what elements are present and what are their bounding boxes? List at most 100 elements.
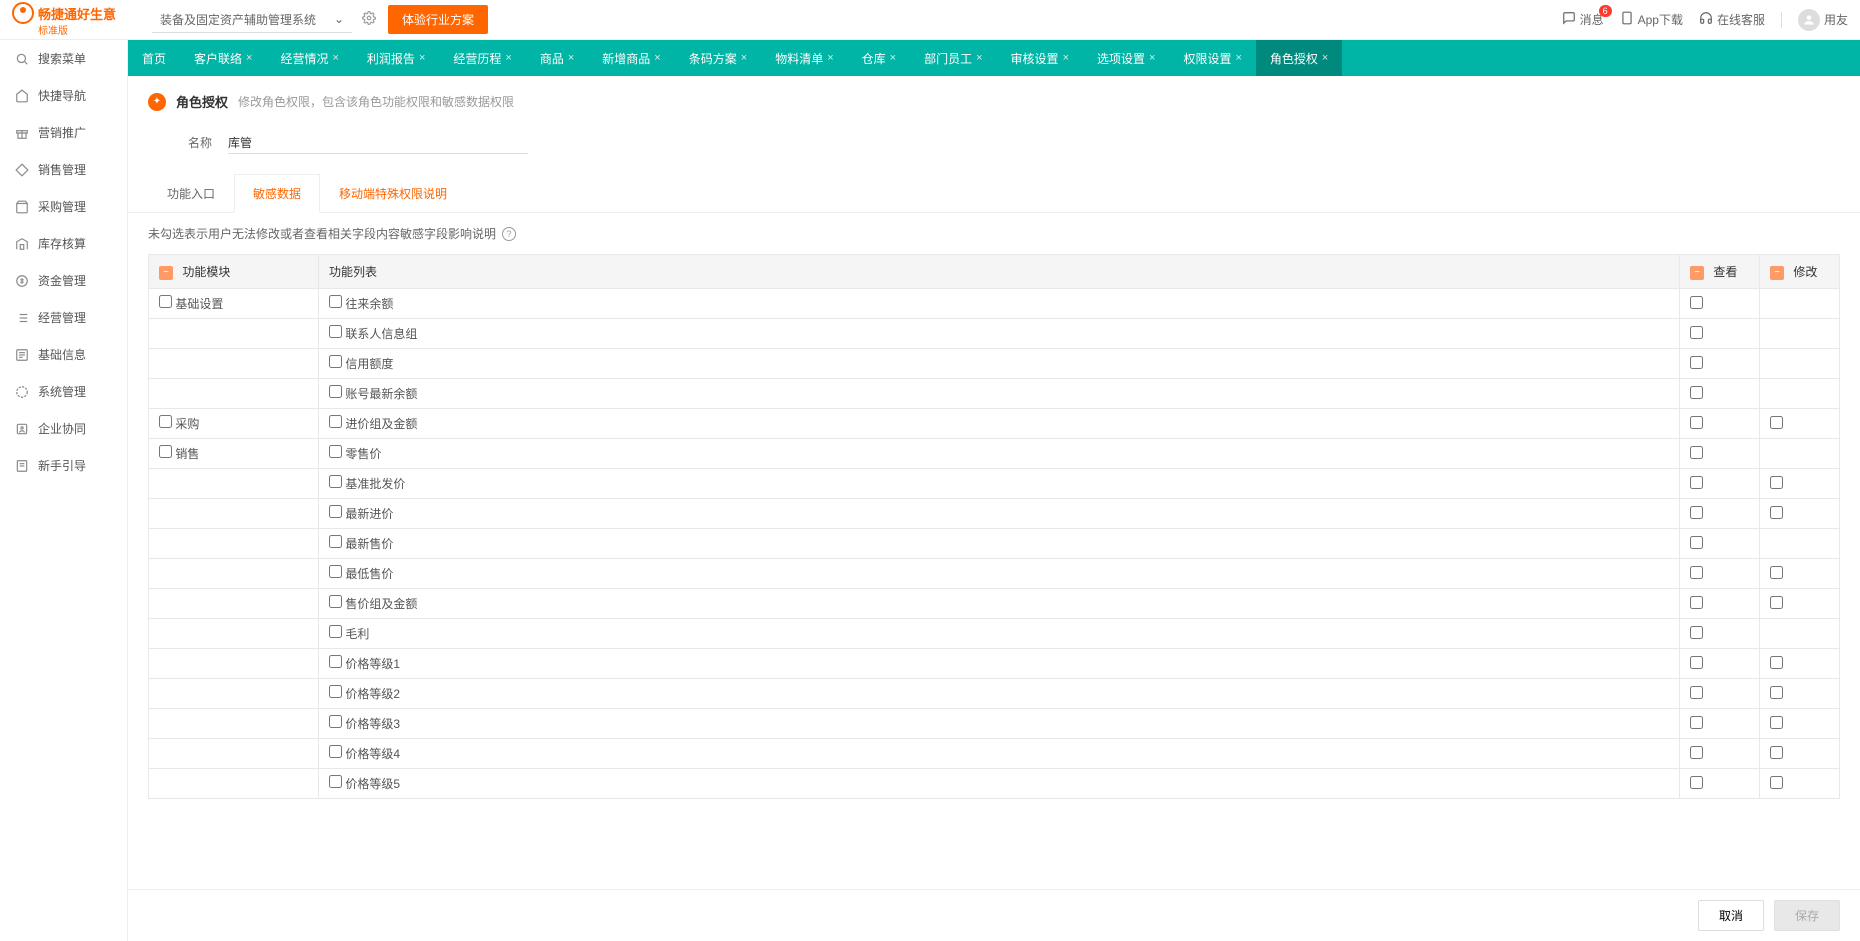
function-checkbox[interactable] <box>329 445 342 458</box>
tab-12[interactable]: 选项设置× <box>1083 40 1169 76</box>
function-checkbox[interactable] <box>329 385 342 398</box>
close-icon[interactable]: × <box>890 52 896 64</box>
tab-13[interactable]: 权限设置× <box>1169 40 1255 76</box>
function-checkbox[interactable] <box>329 595 342 608</box>
tab-2[interactable]: 经营情况× <box>266 40 352 76</box>
tab-9[interactable]: 仓库× <box>848 40 910 76</box>
tab-7[interactable]: 条码方案× <box>675 40 761 76</box>
edit-checkbox[interactable] <box>1770 686 1783 699</box>
sidebar-item-9[interactable]: 系统管理 <box>0 373 127 410</box>
tab-14[interactable]: 角色授权× <box>1256 40 1342 76</box>
function-checkbox[interactable] <box>329 295 342 308</box>
sidebar-item-0[interactable]: 搜索菜单 <box>0 40 127 77</box>
edit-checkbox[interactable] <box>1770 776 1783 789</box>
tab-11[interactable]: 审核设置× <box>997 40 1083 76</box>
sidebar-item-11[interactable]: 新手引导 <box>0 447 127 484</box>
view-checkbox[interactable] <box>1690 386 1703 399</box>
tab-4[interactable]: 经营历程× <box>439 40 525 76</box>
experience-plan-button[interactable]: 体验行业方案 <box>388 5 488 34</box>
view-checkbox[interactable] <box>1690 776 1703 789</box>
gear-icon[interactable] <box>362 11 376 28</box>
sub-tab-mobile-permission[interactable]: 移动端特殊权限说明 <box>320 174 466 213</box>
close-icon[interactable]: × <box>741 52 747 64</box>
cancel-button[interactable]: 取消 <box>1698 900 1764 931</box>
function-checkbox[interactable] <box>329 325 342 338</box>
view-checkbox[interactable] <box>1690 716 1703 729</box>
view-checkbox[interactable] <box>1690 596 1703 609</box>
tab-6[interactable]: 新增商品× <box>588 40 674 76</box>
system-selector[interactable]: 装备及固定资产辅助管理系统 ⌄ <box>152 7 352 33</box>
tab-5[interactable]: 商品× <box>526 40 588 76</box>
view-checkbox[interactable] <box>1690 416 1703 429</box>
tab-1[interactable]: 客户联络× <box>180 40 266 76</box>
user-menu[interactable]: 用友 <box>1798 9 1848 31</box>
view-checkbox[interactable] <box>1690 746 1703 759</box>
edit-checkbox[interactable] <box>1770 506 1783 519</box>
function-checkbox[interactable] <box>329 655 342 668</box>
function-checkbox[interactable] <box>329 415 342 428</box>
sub-tab-sensitive-data[interactable]: 敏感数据 <box>234 174 320 213</box>
function-checkbox[interactable] <box>329 775 342 788</box>
sidebar-item-10[interactable]: 企业协同 <box>0 410 127 447</box>
edit-checkbox[interactable] <box>1770 596 1783 609</box>
sidebar-item-8[interactable]: 基础信息 <box>0 336 127 373</box>
tab-10[interactable]: 部门员工× <box>910 40 996 76</box>
view-checkbox[interactable] <box>1690 446 1703 459</box>
function-checkbox[interactable] <box>329 355 342 368</box>
view-checkbox[interactable] <box>1690 506 1703 519</box>
close-icon[interactable]: × <box>1322 52 1328 64</box>
close-icon[interactable]: × <box>654 52 660 64</box>
sub-tab-function-entry[interactable]: 功能入口 <box>148 174 234 213</box>
close-icon[interactable]: × <box>1063 52 1069 64</box>
view-checkbox[interactable] <box>1690 626 1703 639</box>
module-checkbox[interactable] <box>159 415 172 428</box>
function-checkbox[interactable] <box>329 685 342 698</box>
sidebar-item-6[interactable]: 资金管理 <box>0 262 127 299</box>
online-service-button[interactable]: 在线客服 <box>1699 11 1765 28</box>
function-checkbox[interactable] <box>329 475 342 488</box>
header-checkbox-view[interactable]: − <box>1690 266 1704 280</box>
close-icon[interactable]: × <box>332 52 338 64</box>
close-icon[interactable]: × <box>505 52 511 64</box>
module-checkbox[interactable] <box>159 295 172 308</box>
sidebar-item-3[interactable]: 销售管理 <box>0 151 127 188</box>
view-checkbox[interactable] <box>1690 356 1703 369</box>
app-download-button[interactable]: App下载 <box>1620 11 1683 28</box>
view-checkbox[interactable] <box>1690 296 1703 309</box>
function-checkbox[interactable] <box>329 535 342 548</box>
edit-checkbox[interactable] <box>1770 716 1783 729</box>
function-checkbox[interactable] <box>329 715 342 728</box>
view-checkbox[interactable] <box>1690 476 1703 489</box>
view-checkbox[interactable] <box>1690 536 1703 549</box>
close-icon[interactable]: × <box>1235 52 1241 64</box>
sidebar-item-7[interactable]: 经营管理 <box>0 299 127 336</box>
view-checkbox[interactable] <box>1690 656 1703 669</box>
sidebar-item-1[interactable]: 快捷导航 <box>0 77 127 114</box>
function-checkbox[interactable] <box>329 565 342 578</box>
view-checkbox[interactable] <box>1690 326 1703 339</box>
edit-checkbox[interactable] <box>1770 656 1783 669</box>
edit-checkbox[interactable] <box>1770 566 1783 579</box>
sidebar-item-2[interactable]: 营销推广 <box>0 114 127 151</box>
edit-checkbox[interactable] <box>1770 416 1783 429</box>
close-icon[interactable]: × <box>1149 52 1155 64</box>
sidebar-item-5[interactable]: 库存核算 <box>0 225 127 262</box>
function-checkbox[interactable] <box>329 625 342 638</box>
tab-3[interactable]: 利润报告× <box>353 40 439 76</box>
close-icon[interactable]: × <box>827 52 833 64</box>
close-icon[interactable]: × <box>246 52 252 64</box>
function-checkbox[interactable] <box>329 745 342 758</box>
name-input[interactable] <box>228 131 528 154</box>
tab-8[interactable]: 物料清单× <box>761 40 847 76</box>
save-button[interactable]: 保存 <box>1774 900 1840 931</box>
function-checkbox[interactable] <box>329 505 342 518</box>
sidebar-item-4[interactable]: 采购管理 <box>0 188 127 225</box>
messages-button[interactable]: 消息 6 <box>1562 11 1604 28</box>
header-checkbox-module[interactable]: − <box>159 266 173 280</box>
tab-0[interactable]: 首页 <box>128 40 180 76</box>
edit-checkbox[interactable] <box>1770 476 1783 489</box>
view-checkbox[interactable] <box>1690 566 1703 579</box>
edit-checkbox[interactable] <box>1770 746 1783 759</box>
close-icon[interactable]: × <box>976 52 982 64</box>
close-icon[interactable]: × <box>568 52 574 64</box>
